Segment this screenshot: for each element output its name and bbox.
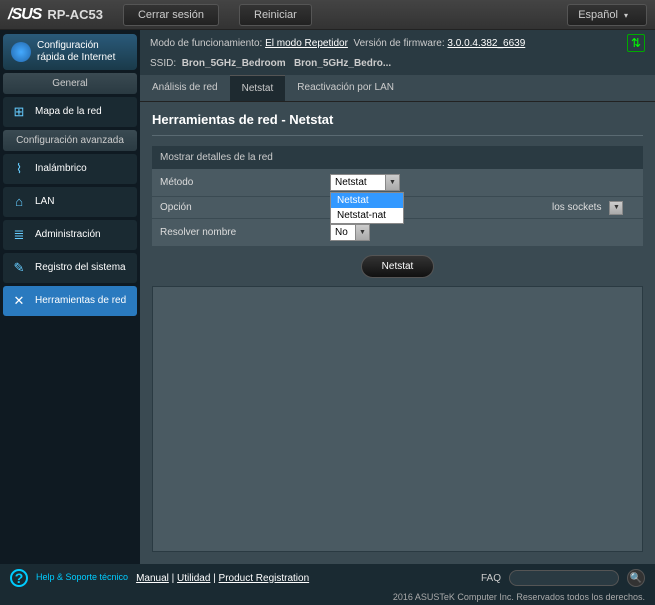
- nav-nettools[interactable]: ✕ Herramientas de red: [3, 286, 137, 316]
- nav-lan[interactable]: ⌂ LAN: [3, 187, 137, 217]
- chevron-down-icon: ▼: [609, 201, 623, 215]
- search-input[interactable]: [509, 570, 619, 586]
- ssid-1: Bron_5GHz_Bedroom: [182, 58, 286, 69]
- fw-label: Versión de firmware:: [353, 38, 444, 49]
- reboot-button[interactable]: Reiniciar: [239, 4, 312, 26]
- nav-syslog[interactable]: ✎ Registro del sistema: [3, 253, 137, 283]
- nav-admin[interactable]: ≣ Administración: [3, 220, 137, 250]
- output-textarea[interactable]: [152, 286, 643, 552]
- nav-label: Herramientas de red: [35, 295, 126, 307]
- model-name: RP-AC53: [47, 7, 103, 22]
- globe-icon: [11, 42, 31, 62]
- home-icon: ⌂: [11, 194, 27, 210]
- netstat-button[interactable]: Netstat: [361, 255, 435, 278]
- ssid-2: Bron_5GHz_Bedro...: [294, 58, 391, 69]
- footer-links: Manual | Utilidad | Product Registration: [136, 573, 309, 584]
- language-select[interactable]: Español: [567, 4, 647, 26]
- info-bar: Modo de funcionamiento: El modo Repetido…: [140, 30, 655, 56]
- fw-link[interactable]: 3.0.0.4.382_6639: [447, 38, 525, 49]
- mode-label: Modo de funcionamiento:: [150, 38, 262, 49]
- wifi-status-icon[interactable]: ⇅: [627, 34, 645, 52]
- map-icon: ⊞: [11, 104, 27, 120]
- dropdown-item-netstat[interactable]: Netstat: [331, 193, 403, 208]
- footer: ? Help & Soporte técnico Manual | Utilid…: [0, 564, 655, 589]
- nav-label: Administración: [35, 229, 101, 241]
- resolve-value: No: [335, 227, 348, 238]
- tab-analysis[interactable]: Análisis de red: [140, 75, 230, 101]
- brand-logo: /SUS: [8, 6, 41, 24]
- section-general: General: [3, 73, 137, 94]
- help-text: Help & Soporte técnico: [36, 573, 128, 583]
- quick-setup-button[interactable]: Configuración rápida de Internet: [3, 34, 137, 70]
- tools-icon: ✕: [11, 293, 27, 309]
- sidebar: Configuración rápida de Internet General…: [0, 30, 140, 564]
- nav-label: Inalámbrico: [35, 163, 87, 175]
- nav-label: LAN: [35, 196, 54, 208]
- manual-link[interactable]: Manual: [136, 573, 169, 584]
- resolve-select[interactable]: No ▼: [330, 224, 370, 241]
- method-value: Netstat: [335, 177, 367, 188]
- method-dropdown: Netstat Netstat-nat: [330, 192, 404, 224]
- log-icon: ✎: [11, 260, 27, 276]
- copyright: 2016 ASUSTeK Computer Inc. Reservados to…: [0, 589, 655, 605]
- option-label: Opción: [160, 202, 330, 213]
- utility-link[interactable]: Utilidad: [177, 573, 210, 584]
- mode-link[interactable]: El modo Repetidor: [265, 38, 348, 49]
- chevron-down-icon: ▼: [385, 175, 399, 190]
- nav-wireless[interactable]: ⌇ Inalámbrico: [3, 154, 137, 184]
- page-title: Herramientas de red - Netstat: [152, 112, 643, 136]
- quick-setup-label: Configuración rápida de Internet: [37, 40, 129, 64]
- main-panel: Modo de funcionamiento: El modo Repetido…: [140, 30, 655, 564]
- tab-bar: Análisis de red Netstat Reactivación por…: [140, 75, 655, 102]
- section-advanced: Configuración avanzada: [3, 130, 137, 151]
- table-header: Mostrar detalles de la red: [152, 146, 643, 169]
- method-select[interactable]: Netstat ▼: [330, 174, 400, 191]
- method-label: Método: [160, 177, 330, 188]
- nav-label: Mapa de la red: [35, 106, 102, 118]
- product-reg-link[interactable]: Product Registration: [219, 573, 310, 584]
- tab-wol[interactable]: Reactivación por LAN: [285, 75, 406, 101]
- tab-netstat[interactable]: Netstat: [230, 75, 286, 101]
- row-method: Método Netstat ▼ Netstat Netstat-nat: [152, 169, 643, 197]
- logout-button[interactable]: Cerrar sesión: [123, 4, 219, 26]
- dropdown-item-netstat-nat[interactable]: Netstat-nat: [331, 208, 403, 223]
- option-ghost-text: los sockets: [552, 202, 601, 213]
- nav-label: Registro del sistema: [35, 262, 126, 274]
- content-area: Herramientas de red - Netstat Mostrar de…: [140, 102, 655, 564]
- nav-network-map[interactable]: ⊞ Mapa de la red: [3, 97, 137, 127]
- wifi-icon: ⌇: [11, 161, 27, 177]
- ssid-bar: SSID: Bron_5GHz_Bedroom Bron_5GHz_Bedro.…: [140, 56, 655, 75]
- resolve-label: Resolver nombre: [160, 227, 330, 238]
- action-row: Netstat: [152, 247, 643, 286]
- chevron-down-icon: ▼: [355, 225, 369, 240]
- top-bar: /SUS RP-AC53 Cerrar sesión Reiniciar Esp…: [0, 0, 655, 30]
- option-select-partial[interactable]: los sockets ▼: [552, 201, 623, 215]
- help-icon[interactable]: ?: [10, 569, 28, 587]
- admin-icon: ≣: [11, 227, 27, 243]
- ssid-label: SSID:: [150, 58, 176, 69]
- faq-link[interactable]: FAQ: [481, 573, 501, 584]
- search-button[interactable]: 🔍: [627, 569, 645, 587]
